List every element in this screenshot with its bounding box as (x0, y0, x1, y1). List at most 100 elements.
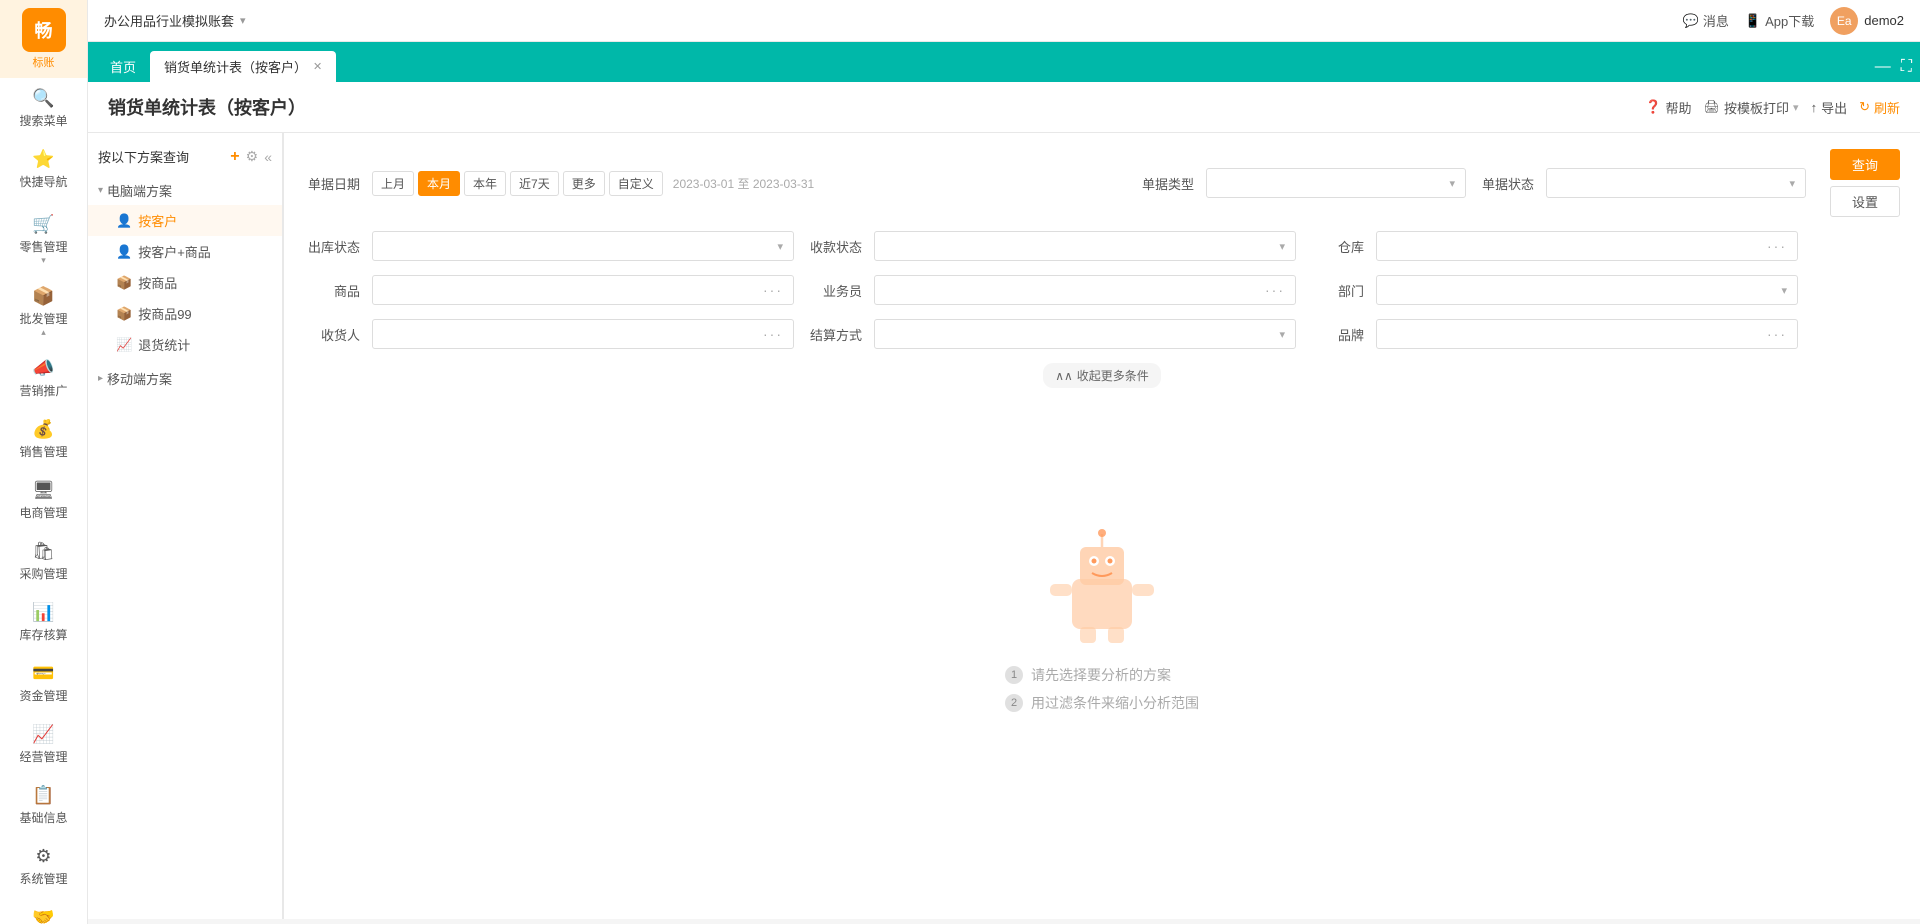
print-button[interactable]: 🖨 按模板打印 ▾ (1704, 98, 1799, 117)
tip2-text: 用过滤条件来缩小分析范围 (1031, 693, 1199, 713)
sidebar-item-wholesale[interactable]: 📦 批发管理 ▴ (0, 276, 87, 348)
header-dropdown-icon[interactable]: ▾ (240, 14, 246, 27)
sidebar-item-marketing[interactable]: 📣 营销推广 (0, 348, 87, 409)
avatar: Ea (1830, 7, 1858, 35)
page-title-bar: 销货单统计表（按客户） ❓ 帮助 🖨 按模板打印 ▾ ↑ 导出 ↻ 刷新 (88, 82, 1920, 133)
prev-month-btn[interactable]: 上月 (372, 171, 414, 196)
tab-home-label: 首页 (110, 57, 136, 76)
scheme-item-by-customer[interactable]: 👤 按客户 (88, 205, 282, 236)
scheme-add-icon[interactable]: + (230, 148, 239, 166)
sidebar-item-search-menu[interactable]: 🔍 搜索菜单 (0, 78, 87, 139)
sidebar-item-basic[interactable]: 📋 基础信息 (0, 775, 87, 836)
app-label: App下载 (1765, 11, 1814, 30)
enterprise-icon: 🤝 (32, 907, 54, 924)
header-title-area: 办公用品行业模拟账套 ▾ (104, 11, 246, 30)
tab-home[interactable]: 首页 (96, 51, 150, 82)
scheme-edit-icon[interactable]: ⚙ (246, 148, 259, 165)
scheme-collapse-icon[interactable]: « (264, 149, 272, 165)
settlement-arrow-icon: ▾ (1279, 328, 1285, 341)
warehouse-label: 仓库 (1308, 237, 1364, 256)
receiver-select[interactable]: ··· (372, 319, 794, 349)
message-label: 消息 (1703, 11, 1729, 30)
marketing-icon: 📣 (32, 358, 54, 379)
scheme-panel: 按以下方案查询 + ⚙ « ▾ 电脑端方案 👤 按客户 (88, 133, 283, 919)
page-content: 销货单统计表（按客户） ❓ 帮助 🖨 按模板打印 ▾ ↑ 导出 ↻ 刷新 (88, 82, 1920, 924)
scheme-group-desktop-header[interactable]: ▾ 电脑端方案 (88, 176, 282, 205)
cur-month-btn[interactable]: 本月 (418, 171, 460, 196)
ops-icon: 📈 (32, 724, 54, 745)
robot-svg (1042, 529, 1162, 649)
refresh-button[interactable]: ↻ 刷新 (1859, 98, 1900, 117)
sidebar-item-label: 基础信息 (19, 809, 67, 826)
product-select[interactable]: ··· (372, 275, 794, 305)
scheme-item-by-product[interactable]: 📦 按商品 (88, 267, 282, 298)
dept-select[interactable]: ▾ (1376, 275, 1798, 305)
message-button[interactable]: 💬 消息 (1683, 11, 1729, 30)
order-type-select[interactable]: ▾ (1206, 168, 1466, 198)
product-label: 商品 (304, 281, 360, 300)
sidebar-item-retail[interactable]: 🛒 零售管理 ▾ (0, 204, 87, 276)
user-area[interactable]: Ea demo2 (1830, 7, 1904, 35)
filter-panel: 单据日期 上月 本月 本年 近7天 更多 自定义 2023-03-01 至 20… (283, 133, 1920, 919)
sidebar-item-label: 库存核算 (19, 626, 67, 643)
scheme-item-return-stat[interactable]: 📈 退货统计 (88, 329, 282, 360)
chevron-up-icon: ▴ (41, 327, 46, 338)
help-button[interactable]: ❓ 帮助 (1645, 98, 1691, 117)
sidebar-item-quick-nav[interactable]: ⭐ 快捷导航 (0, 139, 87, 200)
sidebar-item-label: 批发管理 (19, 310, 67, 327)
out-status-select[interactable]: ▾ (372, 231, 794, 261)
settlement-label: 结算方式 (806, 325, 862, 344)
scheme-item-by-customer-product[interactable]: 👤 按客户+商品 (88, 236, 282, 267)
more-btn[interactable]: 更多 (563, 171, 605, 196)
salesman-select[interactable]: ··· (874, 275, 1296, 305)
sidebar-item-ops[interactable]: 📈 经营管理 (0, 714, 87, 775)
tab-maximize-icon[interactable]: ⛶ (1901, 58, 1912, 76)
tab-minimize-icon[interactable]: — (1875, 58, 1891, 76)
sidebar-item-finance[interactable]: 💳 资金管理 (0, 653, 87, 714)
settlement-select[interactable]: ▾ (874, 319, 1296, 349)
scheme-item-by-product99[interactable]: 📦 按商品99 (88, 298, 282, 329)
refresh-label: 刷新 (1874, 98, 1900, 117)
payment-status-select[interactable]: ▾ (874, 231, 1296, 261)
print-icon: 🖨 (1704, 99, 1721, 115)
collapse-button[interactable]: ∧∧ 收起更多条件 (1043, 363, 1161, 388)
last7days-btn[interactable]: 近7天 (510, 171, 559, 196)
sidebar-item-label: 系统管理 (19, 870, 67, 887)
warehouse-select[interactable]: ··· (1376, 231, 1798, 261)
scheme-item-label: 按客户 (138, 211, 177, 230)
salesman-label: 业务员 (806, 281, 862, 300)
filter-row-2: 出库状态 ▾ 收款状态 ▾ 仓库 ··· (304, 231, 1900, 261)
collapse-up-icon: ∧∧ (1055, 369, 1073, 383)
custom-btn[interactable]: 自定义 (609, 171, 663, 196)
order-status-select[interactable]: ▾ (1546, 168, 1806, 198)
scheme-group-mobile-header[interactable]: ▸ 移动端方案 (88, 364, 282, 393)
collapse-label: 收起更多条件 (1077, 367, 1149, 384)
sidebar-item-sales[interactable]: 💰 销售管理 (0, 409, 87, 470)
sidebar-item-inventory[interactable]: 📊 库存核算 (0, 592, 87, 653)
sidebar-item-enterprise[interactable]: 🤝 企业协同 (0, 897, 87, 924)
settings-button[interactable]: 设置 (1830, 186, 1900, 217)
brand-select[interactable]: ··· (1376, 319, 1798, 349)
export-button[interactable]: ↑ 导出 (1811, 98, 1848, 117)
customer-product-icon: 👤 (116, 244, 132, 260)
refresh-icon: ↻ (1859, 99, 1870, 115)
sidebar-item-ecommerce[interactable]: 🖥 电商管理 (0, 470, 87, 531)
tab-sales-stat[interactable]: 销货单统计表（按客户） ✕ (150, 51, 336, 82)
chevron-right-icon: ▸ (98, 373, 103, 384)
sidebar-item-label: 资金管理 (19, 687, 67, 704)
sidebar-item-label: 营销推广 (19, 382, 67, 399)
tip1-text: 请先选择要分析的方案 (1031, 665, 1171, 685)
main-area: 办公用品行业模拟账套 ▾ 💬 消息 📱 App下载 Ea demo2 首页 销货… (88, 0, 1920, 924)
scheme-group-desktop-label: 电脑端方案 (107, 181, 172, 200)
query-button[interactable]: 查询 (1830, 149, 1900, 180)
scheme-group-desktop: ▾ 电脑端方案 👤 按客户 👤 按客户+商品 📦 按商品 (88, 172, 282, 364)
app-download-button[interactable]: 📱 App下载 (1745, 11, 1814, 30)
tab-close-icon[interactable]: ✕ (313, 60, 322, 73)
receiver-dots-icon: ··· (763, 326, 783, 342)
cur-year-btn[interactable]: 本年 (464, 171, 506, 196)
sidebar-item-system[interactable]: ⚙ 系统管理 (0, 836, 87, 897)
customer-icon: 👤 (116, 213, 132, 229)
sidebar-item-purchase[interactable]: 🛍 采购管理 (0, 531, 87, 592)
search-menu-icon: 🔍 (32, 88, 54, 109)
scheme-item-label: 退货统计 (138, 335, 190, 354)
